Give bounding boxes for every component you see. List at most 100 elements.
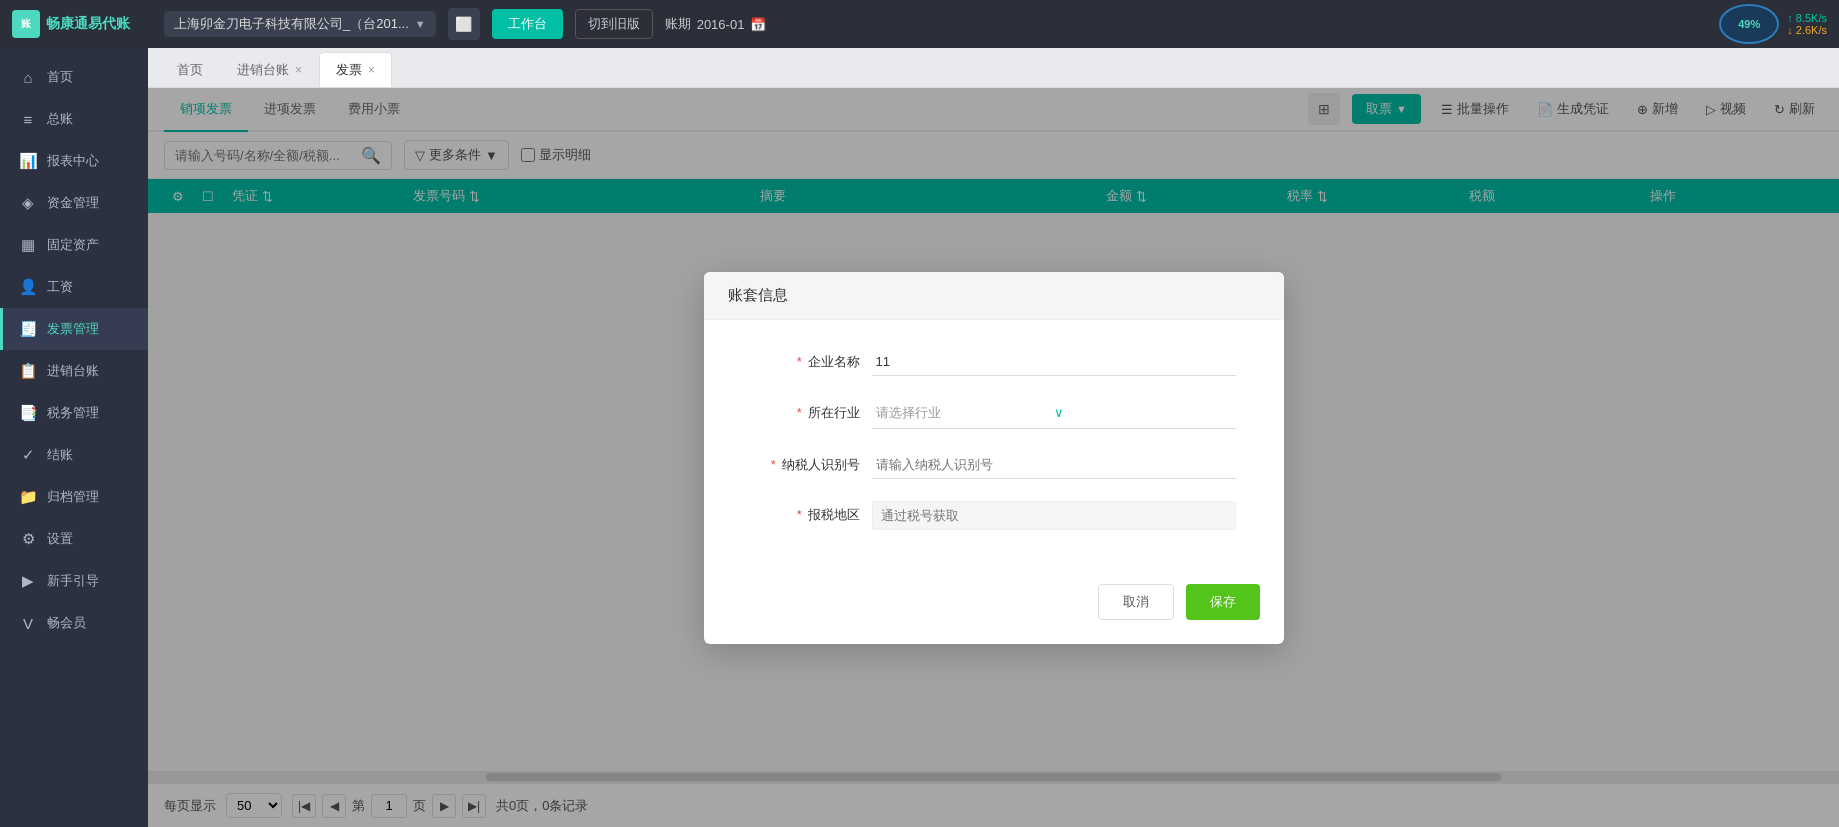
sidebar-label-archive: 归档管理: [47, 488, 99, 506]
period-label: 账期: [665, 15, 691, 33]
period-value: 2016-01: [697, 17, 745, 32]
industry-placeholder: 请选择行业: [876, 404, 1054, 422]
settlement-icon: ✓: [19, 446, 37, 464]
sidebar-label-invoice: 发票管理: [47, 320, 99, 338]
company-name-input[interactable]: [872, 348, 1236, 376]
company-selector[interactable]: 上海卯金刀电子科技有限公司_（台201... ▼: [164, 11, 436, 37]
sidebar-label-settlement: 结账: [47, 446, 73, 464]
sidebar-label-assets: 固定资产: [47, 236, 99, 254]
tax-region-input: [872, 501, 1236, 530]
sidebar: ⌂ 首页 ≡ 总账 📊 报表中心 ◈ 资金管理 ▦ 固定资产 👤 工资 🧾 发票…: [0, 48, 148, 827]
sidebar-label-settings: 设置: [47, 530, 73, 548]
industry-chevron-icon: ∨: [1054, 405, 1232, 420]
ledger-icon: ≡: [19, 111, 37, 128]
purchase-icon: 📋: [19, 362, 37, 380]
funds-icon: ◈: [19, 194, 37, 212]
content-area: 首页 进销台账 × 发票 × 销项发票 进项发票 费用: [148, 48, 1839, 827]
vip-icon: V: [19, 615, 37, 632]
main-layout: ⌂ 首页 ≡ 总账 📊 报表中心 ◈ 资金管理 ▦ 固定资产 👤 工资 🧾 发票…: [0, 48, 1839, 827]
tax-id-label-text: 纳税人识别号: [782, 457, 860, 472]
workbench-button[interactable]: 工作台: [492, 9, 563, 39]
form-row-industry: * 所在行业 请选择行业 ∨: [752, 398, 1236, 429]
sidebar-item-purchase[interactable]: 📋 进销台账: [0, 350, 148, 392]
speed-circle: 49%: [1719, 4, 1779, 44]
assets-icon: ▦: [19, 236, 37, 254]
period-info: 账期 2016-01 📅: [665, 15, 767, 33]
sidebar-label-purchase: 进销台账: [47, 362, 99, 380]
tab-purchase-label: 进销台账: [237, 61, 289, 79]
speed-down: ↓ 2.6K/s: [1787, 24, 1827, 36]
required-star: *: [797, 354, 802, 369]
tab-invoice-label: 发票: [336, 61, 362, 79]
sidebar-item-ledger[interactable]: ≡ 总账: [0, 98, 148, 140]
calendar-icon[interactable]: 📅: [750, 17, 766, 32]
required-star-4: *: [797, 507, 802, 522]
sidebar-item-settlement[interactable]: ✓ 结账: [0, 434, 148, 476]
industry-label-text: 所在行业: [808, 405, 860, 420]
logo-area: 账 畅康通易代账: [12, 10, 152, 38]
sidebar-item-archive[interactable]: 📁 归档管理: [0, 476, 148, 518]
tax-region-label-text: 报税地区: [808, 507, 860, 522]
tab-purchase[interactable]: 进销台账 ×: [220, 52, 319, 87]
sidebar-item-vip[interactable]: V 畅会员: [0, 602, 148, 644]
sidebar-item-guide[interactable]: ▶ 新手引导: [0, 560, 148, 602]
home-icon: ⌂: [19, 69, 37, 86]
guide-icon: ▶: [19, 572, 37, 590]
save-button[interactable]: 保存: [1186, 584, 1260, 620]
logo-text: 畅康通易代账: [46, 15, 130, 33]
dialog-header: 账套信息: [704, 272, 1284, 320]
tax-icon: 📑: [19, 404, 37, 422]
settings-icon: ⚙: [19, 530, 37, 548]
sidebar-item-assets[interactable]: ▦ 固定资产: [0, 224, 148, 266]
top-header: 账 畅康通易代账 上海卯金刀电子科技有限公司_（台201... ▼ ⬜ 工作台 …: [0, 0, 1839, 48]
sidebar-item-payroll[interactable]: 👤 工资: [0, 266, 148, 308]
dialog-title: 账套信息: [728, 286, 788, 303]
sidebar-label-tax: 税务管理: [47, 404, 99, 422]
sidebar-label-payroll: 工资: [47, 278, 73, 296]
reports-icon: 📊: [19, 152, 37, 170]
sidebar-label-vip: 畅会员: [47, 614, 86, 632]
industry-select[interactable]: 请选择行业 ∨: [872, 398, 1236, 429]
speed-percent: 49%: [1738, 18, 1760, 30]
sidebar-label-home: 首页: [47, 68, 73, 86]
form-row-tax-region: * 报税地区: [752, 501, 1236, 530]
tab-bar: 首页 进销台账 × 发票 ×: [148, 48, 1839, 88]
company-name-label-text: 企业名称: [808, 354, 860, 369]
page-content: 销项发票 进项发票 费用小票 ⊞ 取票 ▼ ☰ 批量操作: [148, 88, 1839, 827]
sidebar-item-tax[interactable]: 📑 税务管理: [0, 392, 148, 434]
tab-purchase-close[interactable]: ×: [295, 63, 302, 77]
sidebar-item-invoice[interactable]: 🧾 发票管理: [0, 308, 148, 350]
form-row-company: * 企业名称: [752, 348, 1236, 376]
tax-region-label: * 报税地区: [752, 506, 872, 524]
speed-stats: ↑ 8.5K/s ↓ 2.6K/s: [1787, 12, 1827, 36]
required-star-2: *: [797, 405, 802, 420]
tab-invoice-close[interactable]: ×: [368, 63, 375, 77]
company-dropdown-arrow: ▼: [415, 18, 426, 30]
sidebar-label-guide: 新手引导: [47, 572, 99, 590]
sidebar-label-ledger: 总账: [47, 110, 73, 128]
tax-id-label: * 纳税人识别号: [752, 456, 872, 474]
payroll-icon: 👤: [19, 278, 37, 296]
sidebar-label-reports: 报表中心: [47, 152, 99, 170]
industry-label: * 所在行业: [752, 404, 872, 422]
tab-home[interactable]: 首页: [160, 52, 220, 87]
cancel-button[interactable]: 取消: [1098, 584, 1174, 620]
tab-invoice[interactable]: 发票 ×: [319, 52, 392, 87]
sidebar-item-reports[interactable]: 📊 报表中心: [0, 140, 148, 182]
network-area: 49% ↑ 8.5K/s ↓ 2.6K/s: [1719, 4, 1827, 44]
sidebar-item-settings[interactable]: ⚙ 设置: [0, 518, 148, 560]
sidebar-label-funds: 资金管理: [47, 194, 99, 212]
tab-home-label: 首页: [177, 61, 203, 79]
switch-old-button[interactable]: 切到旧版: [575, 9, 653, 39]
archive-icon: 📁: [19, 488, 37, 506]
company-name-text: 上海卯金刀电子科技有限公司_（台201...: [174, 15, 409, 33]
sidebar-item-home[interactable]: ⌂ 首页: [0, 56, 148, 98]
tax-id-input[interactable]: [872, 451, 1236, 479]
sidebar-item-funds[interactable]: ◈ 资金管理: [0, 182, 148, 224]
dialog-body: * 企业名称 * 所在行业 请选择行业: [704, 320, 1284, 572]
invoice-icon: 🧾: [19, 320, 37, 338]
required-star-3: *: [771, 457, 776, 472]
copy-icon-btn[interactable]: ⬜: [448, 8, 480, 40]
form-row-tax-id: * 纳税人识别号: [752, 451, 1236, 479]
modal-overlay: 账套信息 * 企业名称: [148, 88, 1839, 827]
